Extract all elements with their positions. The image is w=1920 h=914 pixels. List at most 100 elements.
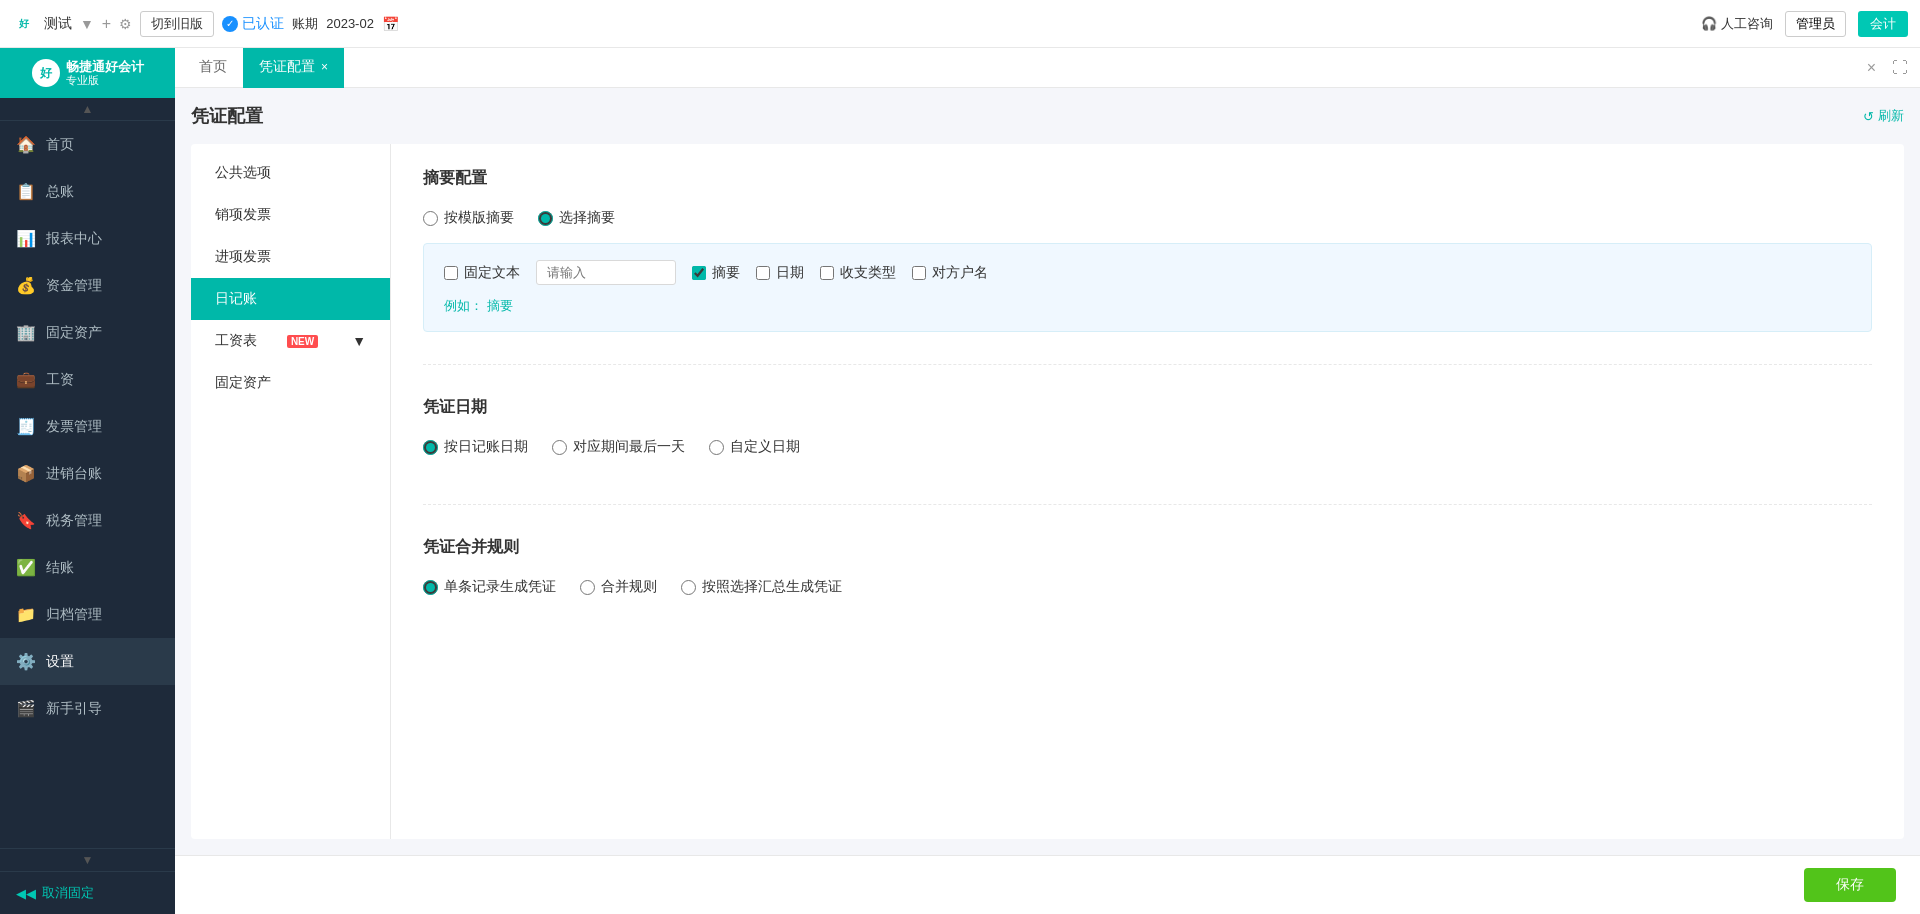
- sidebar-item-1[interactable]: 📋 总账: [0, 168, 175, 215]
- settings-icon[interactable]: ⚙: [119, 16, 132, 32]
- save-button[interactable]: 保存: [1804, 868, 1896, 902]
- tab-bar-actions: × ⛶: [1863, 55, 1912, 81]
- merge-rule-option[interactable]: 合并规则: [580, 578, 657, 596]
- refresh-button[interactable]: ↺ 刷新: [1863, 107, 1904, 125]
- date-checkbox[interactable]: [756, 266, 770, 280]
- close-window-button[interactable]: ×: [1863, 55, 1880, 81]
- sidebar-item-5[interactable]: 💼 工资: [0, 356, 175, 403]
- date-radio-group: 按日记账日期 对应期间最后一天 自定义日期: [423, 438, 1872, 456]
- tab-voucher-config[interactable]: 凭证配置 ×: [243, 48, 344, 88]
- sidebar-label-6: 发票管理: [46, 418, 102, 436]
- sidebar-icon-8: 🔖: [16, 511, 36, 530]
- counterpart-checkbox[interactable]: [912, 266, 926, 280]
- sidebar-label-8: 税务管理: [46, 512, 102, 530]
- config-menu-item-4[interactable]: 工资表 NEW▼: [191, 320, 390, 362]
- config-menu-item-5[interactable]: 固定资产: [191, 362, 390, 404]
- sidebar-label-7: 进销台账: [46, 465, 102, 483]
- config-menu: 公共选项销项发票进项发票日记账工资表 NEW▼固定资产: [191, 144, 391, 839]
- page-title-row: 凭证配置 ↺ 刷新: [191, 104, 1904, 128]
- summary-checkbox-item[interactable]: 摘要: [692, 264, 740, 282]
- tab-home[interactable]: 首页: [183, 48, 243, 88]
- summary-options-box: 固定文本 摘要 日期: [423, 243, 1872, 332]
- company-name: 测试: [44, 15, 72, 33]
- sidebar-icon-10: 📁: [16, 605, 36, 624]
- date-lastday-option[interactable]: 对应期间最后一天: [552, 438, 685, 456]
- verified-text: 已认证: [242, 15, 284, 33]
- sidebar-item-6[interactable]: 🧾 发票管理: [0, 403, 175, 450]
- date-diary-option[interactable]: 按日记账日期: [423, 438, 528, 456]
- verified-badge: ✓ 已认证: [222, 15, 284, 33]
- summary-checkbox[interactable]: [692, 266, 706, 280]
- sidebar-logo: 好 畅捷通好会计 专业版: [0, 48, 175, 98]
- role-button[interactable]: 管理员: [1785, 11, 1846, 37]
- sidebar-item-10[interactable]: 📁 归档管理: [0, 591, 175, 638]
- summary-template-option[interactable]: 按模版摘要: [423, 209, 514, 227]
- sidebar-label-5: 工资: [46, 371, 74, 389]
- tab-bar: 首页 凭证配置 × × ⛶: [175, 48, 1920, 88]
- fixed-text-input[interactable]: [536, 260, 676, 285]
- sidebar-icon-1: 📋: [16, 182, 36, 201]
- add-icon[interactable]: +: [102, 15, 111, 33]
- sidebar-label-0: 首页: [46, 136, 74, 154]
- cancel-fixed-button[interactable]: ◀◀ 取消固定: [0, 871, 175, 914]
- sidebar-icon-0: 🏠: [16, 135, 36, 154]
- merge-rule-radio[interactable]: [580, 580, 595, 595]
- company-dropdown-icon[interactable]: ▼: [80, 16, 94, 32]
- config-menu-item-0[interactable]: 公共选项: [191, 152, 390, 194]
- fullscreen-button[interactable]: ⛶: [1888, 55, 1912, 81]
- verified-icon: ✓: [222, 16, 238, 32]
- sidebar-item-0[interactable]: 🏠 首页: [0, 121, 175, 168]
- summary-section: 摘要配置 按模版摘要 选择摘要: [423, 168, 1872, 365]
- tab-close-icon[interactable]: ×: [321, 60, 328, 74]
- sidebar-item-3[interactable]: 💰 资金管理: [0, 262, 175, 309]
- sidebar-icon-12: 🎬: [16, 699, 36, 718]
- fixed-text-checkbox-item[interactable]: 固定文本: [444, 264, 520, 282]
- calendar-icon[interactable]: 📅: [382, 16, 399, 32]
- sidebar-icon-4: 🏢: [16, 323, 36, 342]
- merge-single-radio[interactable]: [423, 580, 438, 595]
- accountant-button[interactable]: 会计: [1858, 11, 1908, 37]
- config-menu-item-2[interactable]: 进项发票: [191, 236, 390, 278]
- merge-summary-radio[interactable]: [681, 580, 696, 595]
- sidebar-label-2: 报表中心: [46, 230, 102, 248]
- date-checkbox-item[interactable]: 日期: [756, 264, 804, 282]
- merge-summary-option[interactable]: 按照选择汇总生成凭证: [681, 578, 842, 596]
- sidebar-item-4[interactable]: 🏢 固定资产: [0, 309, 175, 356]
- sidebar-item-9[interactable]: ✅ 结账: [0, 544, 175, 591]
- sidebar-label-4: 固定资产: [46, 324, 102, 342]
- switch-version-button[interactable]: 切到旧版: [140, 11, 214, 37]
- fixed-text-checkbox[interactable]: [444, 266, 458, 280]
- headset-icon: 🎧: [1701, 16, 1717, 31]
- sidebar-item-7[interactable]: 📦 进销台账: [0, 450, 175, 497]
- date-custom-radio[interactable]: [709, 440, 724, 455]
- sidebar-icon-11: ⚙️: [16, 652, 36, 671]
- date-lastday-radio[interactable]: [552, 440, 567, 455]
- date-diary-radio[interactable]: [423, 440, 438, 455]
- sidebar-scroll-down[interactable]: ▼: [82, 851, 94, 869]
- merge-section: 凭证合并规则 单条记录生成凭证 合并规则: [423, 537, 1872, 644]
- date-custom-option[interactable]: 自定义日期: [709, 438, 800, 456]
- merge-single-option[interactable]: 单条记录生成凭证: [423, 578, 556, 596]
- type-checkbox[interactable]: [820, 266, 834, 280]
- bottom-bar: 保存: [175, 855, 1920, 914]
- summary-select-option[interactable]: 选择摘要: [538, 209, 615, 227]
- sidebar: 好 畅捷通好会计 专业版 ▲ 🏠 首页 📋 总账 📊 报表中心 💰 资金管理 🏢…: [0, 48, 175, 914]
- sidebar-item-11[interactable]: ⚙️ 设置: [0, 638, 175, 685]
- merge-radio-group: 单条记录生成凭证 合并规则 按照选择汇总生成凭证: [423, 578, 1872, 596]
- summary-example: 例如： 摘要: [444, 297, 1851, 315]
- config-menu-item-1[interactable]: 销项发票: [191, 194, 390, 236]
- sidebar-icon-9: ✅: [16, 558, 36, 577]
- summary-select-radio[interactable]: [538, 211, 553, 226]
- type-checkbox-item[interactable]: 收支类型: [820, 264, 896, 282]
- period-label: 账期: [292, 15, 318, 33]
- sidebar-item-12[interactable]: 🎬 新手引导: [0, 685, 175, 732]
- summary-template-radio[interactable]: [423, 211, 438, 226]
- sidebar-item-8[interactable]: 🔖 税务管理: [0, 497, 175, 544]
- consult-button[interactable]: 🎧 人工咨询: [1701, 15, 1773, 33]
- counterpart-checkbox-item[interactable]: 对方户名: [912, 264, 988, 282]
- sidebar-label-9: 结账: [46, 559, 74, 577]
- summary-radio-group: 按模版摘要 选择摘要: [423, 209, 1872, 227]
- config-menu-item-3[interactable]: 日记账: [191, 278, 390, 320]
- sidebar-scroll-up[interactable]: ▲: [82, 100, 94, 118]
- sidebar-item-2[interactable]: 📊 报表中心: [0, 215, 175, 262]
